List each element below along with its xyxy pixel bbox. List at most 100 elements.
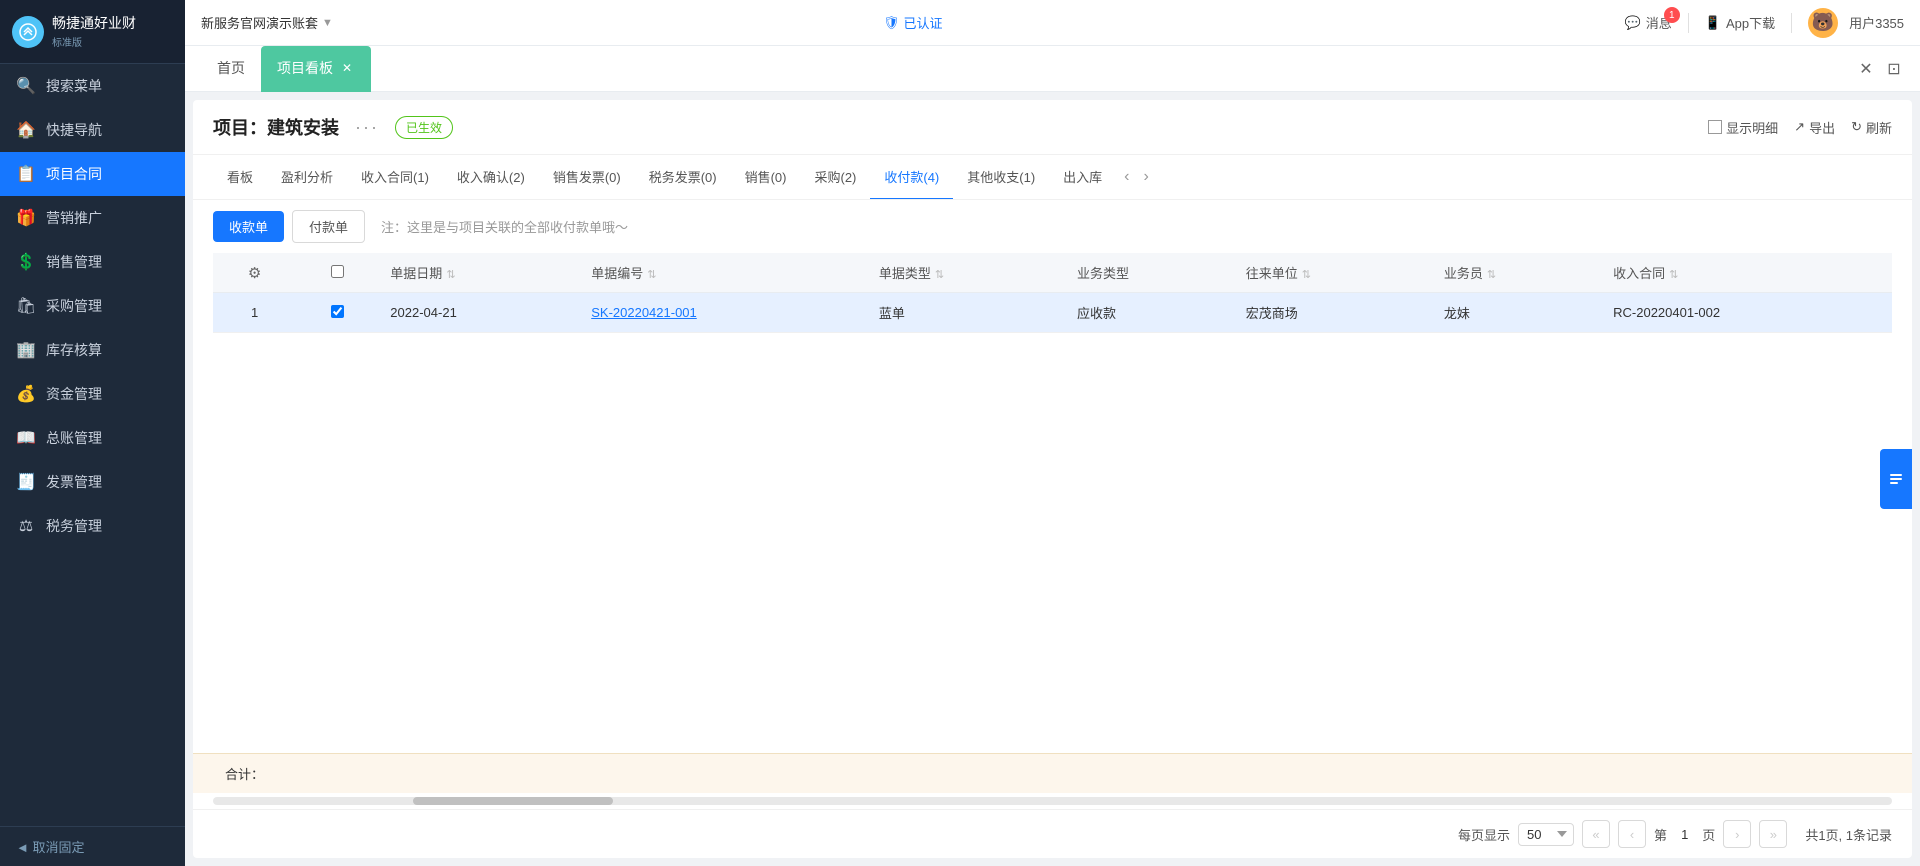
search-icon: 🔍 [16, 76, 36, 96]
subtab-nav: ‹ › [1120, 164, 1153, 190]
row-biz-type: 应收款 [1065, 293, 1234, 333]
sidebar-item-contract[interactable]: 📋 项目合同 [0, 152, 185, 196]
pagination: 每页显示 50 100 200 « ‹ 第 1 页 › » 共1页, 1条记录 [193, 809, 1912, 858]
last-page-btn[interactable]: » [1759, 820, 1787, 848]
row-select-checkbox[interactable] [331, 305, 344, 318]
sort-date-icon: ⇅ [446, 269, 455, 281]
sidebar-item-inventory[interactable]: 🏢 库存核算 [0, 328, 185, 372]
quick-icon: 🏠 [16, 120, 36, 140]
tab-close-icon[interactable]: ✕ [339, 60, 355, 76]
scrollbar-track [213, 797, 1892, 805]
contract-icon: 📋 [16, 164, 36, 184]
th-income-contract[interactable]: 收入合同⇅ [1601, 253, 1892, 293]
account-name: 新服务官网演示账套 [201, 13, 318, 32]
export-icon: ↗ [1794, 119, 1805, 135]
main-area: 新服务官网演示账套 ▼ 🛡 已认证 💬 消息 1 📱 App下载 🐻 用户335… [185, 0, 1920, 866]
tab-home[interactable]: 首页 [201, 46, 261, 92]
table-scrollbar[interactable] [193, 793, 1912, 809]
sidebar-item-ledger[interactable]: 📖 总账管理 [0, 416, 185, 460]
tab-project-board-label: 项目看板 [277, 58, 333, 78]
certified-badge: 🛡 已认证 [883, 13, 943, 32]
subtab-kanban[interactable]: 看板 [213, 155, 267, 200]
th-partner[interactable]: 往来单位⇅ [1234, 253, 1432, 293]
subtab-receipt-payment[interactable]: 收付款(4) [870, 155, 953, 200]
subtab-profit[interactable]: 盈利分析 [267, 155, 347, 200]
payment-tab-btn[interactable]: 付款单 [292, 210, 365, 243]
show-detail-btn[interactable]: 显示明细 [1708, 118, 1778, 137]
sidebar-label-tax: 税务管理 [46, 516, 102, 536]
close-window-btn[interactable]: ✕ [1856, 59, 1876, 79]
th-salesperson[interactable]: 业务员⇅ [1432, 253, 1601, 293]
th-type[interactable]: 单据类型⇅ [867, 253, 1065, 293]
message-btn[interactable]: 💬 消息 1 [1625, 13, 1672, 32]
message-badge: 1 [1664, 7, 1680, 23]
subtab-inventory[interactable]: 出入库 [1049, 155, 1116, 200]
scrollbar-thumb[interactable] [413, 797, 613, 805]
user-avatar: 🐻 [1808, 8, 1838, 38]
th-setting[interactable]: ⚙ [213, 253, 296, 293]
sidebar-item-quick[interactable]: 🏠 快捷导航 [0, 108, 185, 152]
sidebar-item-capital[interactable]: 💰 资金管理 [0, 372, 185, 416]
receipt-tab-btn[interactable]: 收款单 [213, 211, 284, 242]
project-more-btn[interactable]: ··· [355, 117, 379, 138]
window-controls: ✕ ⊡ [1856, 59, 1904, 79]
tab-home-label: 首页 [217, 58, 245, 78]
sidebar-label-sales: 销售管理 [46, 252, 102, 272]
detail-checkbox[interactable] [1708, 120, 1722, 134]
account-selector[interactable]: 新服务官网演示账套 ▼ [201, 13, 883, 32]
sidebar-item-sales[interactable]: 💲 销售管理 [0, 240, 185, 284]
sidebar-item-purchase[interactable]: 🛍 采购管理 [0, 284, 185, 328]
app-download-label: App下载 [1726, 13, 1775, 32]
prev-page-btn[interactable]: ‹ [1618, 820, 1646, 848]
subtab-sales-invoice[interactable]: 销售发票(0) [539, 155, 635, 200]
project-header: 项目：建筑安装 ··· 已生效 显示明细 ↗ 导出 ↻ 刷新 [193, 100, 1912, 155]
subtab-next-btn[interactable]: › [1140, 164, 1153, 190]
th-code[interactable]: 单据编号⇅ [579, 253, 867, 293]
subtab-income-confirm[interactable]: 收入确认(2) [443, 155, 539, 200]
table-row[interactable]: 1 2022-04-21 SK-20220421-001 蓝单 应收款 宏茂商场… [213, 293, 1892, 333]
sidebar-item-marketing[interactable]: 🎁 营销推广 [0, 196, 185, 240]
sidebar-label-inventory: 库存核算 [46, 340, 102, 360]
first-page-btn[interactable]: « [1582, 820, 1610, 848]
subtab-purchase[interactable]: 采购(2) [800, 155, 870, 200]
table-header-row: ⚙ 单据日期⇅ 单据编号⇅ 单据类型⇅ 业务类型 往来单位⇅ 业务员⇅ 收入合同… [213, 253, 1892, 293]
sidebar-label-capital: 资金管理 [46, 384, 102, 404]
app-download-btn[interactable]: 📱 App下载 [1705, 13, 1775, 32]
invoice-icon: 🧾 [16, 472, 36, 492]
subtab-tax-invoice[interactable]: 税务发票(0) [635, 155, 731, 200]
ledger-icon: 📖 [16, 428, 36, 448]
row-code[interactable]: SK-20220421-001 [579, 293, 867, 333]
sidebar-item-tax[interactable]: ⚖ 税务管理 [0, 504, 185, 548]
page-label: 第 [1654, 825, 1667, 844]
floating-action-btn[interactable] [1880, 449, 1912, 509]
sidebar: 畅捷通好业财 标准版 🔍 搜索菜单 🏠 快捷导航 📋 项目合同 🎁 营销推广 💲… [0, 0, 185, 866]
toolbar-note: 注：这里是与项目关联的全部收付款单哦～ [381, 217, 628, 236]
page-size-select[interactable]: 50 100 200 [1518, 823, 1574, 846]
row-code-link[interactable]: SK-20220421-001 [591, 305, 697, 320]
export-btn[interactable]: ↗ 导出 [1794, 118, 1835, 137]
next-page-btn[interactable]: › [1723, 820, 1751, 848]
settings-icon[interactable]: ⚙ [248, 265, 261, 282]
marketing-icon: 🎁 [16, 208, 36, 228]
sidebar-label-ledger: 总账管理 [46, 428, 102, 448]
app-title-block: 畅捷通好业财 标准版 [52, 14, 136, 49]
refresh-btn[interactable]: ↻ 刷新 [1851, 118, 1892, 137]
sidebar-item-invoice[interactable]: 🧾 发票管理 [0, 460, 185, 504]
sort-code-icon: ⇅ [647, 269, 656, 281]
subtab-other-income[interactable]: 其他收支(1) [953, 155, 1049, 200]
subtab-sales[interactable]: 销售(0) [731, 155, 801, 200]
user-menu-btn[interactable]: 🐻 用户3355 [1808, 8, 1904, 38]
subtab-prev-btn[interactable]: ‹ [1120, 164, 1133, 190]
subtab-income-contract[interactable]: 收入合同(1) [347, 155, 443, 200]
page-size-label: 每页显示 [1458, 825, 1510, 844]
app-name: 畅捷通好业财 [52, 14, 136, 32]
tab-project-board[interactable]: 项目看板 ✕ [261, 46, 371, 92]
select-all-checkbox[interactable] [331, 265, 344, 278]
maximize-window-btn[interactable]: ⊡ [1884, 59, 1904, 79]
sidebar-unpin-btn[interactable]: ◄ 取消固定 [0, 826, 185, 866]
sidebar-nav: 🔍 搜索菜单 🏠 快捷导航 📋 项目合同 🎁 营销推广 💲 销售管理 🛍 采购管… [0, 64, 185, 826]
sidebar-label-quick: 快捷导航 [46, 120, 102, 140]
th-date[interactable]: 单据日期⇅ [378, 253, 579, 293]
table-wrap: ⚙ 单据日期⇅ 单据编号⇅ 单据类型⇅ 业务类型 往来单位⇅ 业务员⇅ 收入合同… [193, 253, 1912, 753]
sidebar-item-search[interactable]: 🔍 搜索菜单 [0, 64, 185, 108]
